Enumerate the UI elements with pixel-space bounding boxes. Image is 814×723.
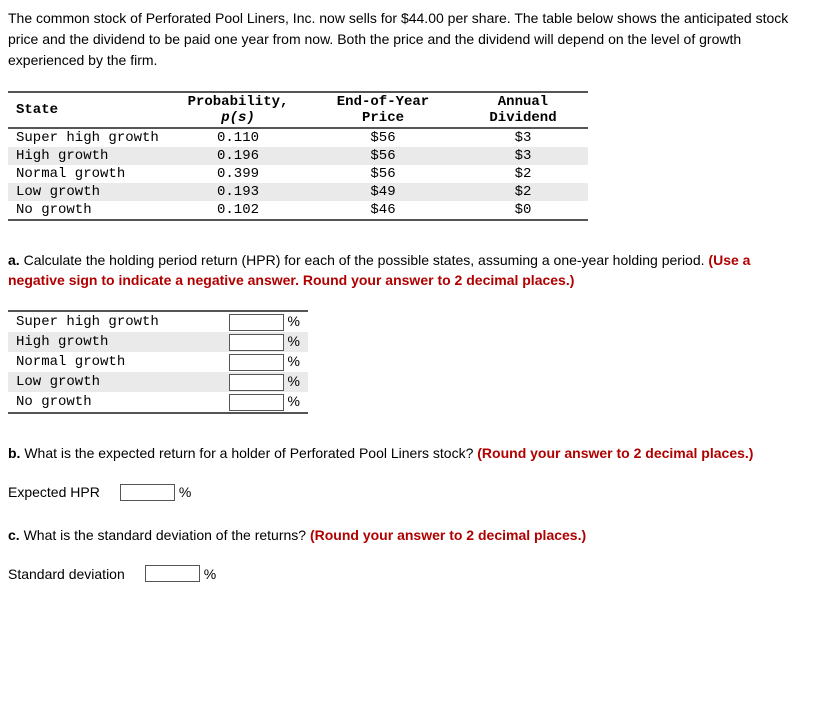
header-dividend: Annual Dividend	[458, 92, 588, 128]
table-row: Low growth 0.193 $49 $2	[8, 183, 588, 201]
percent-label: %	[288, 393, 300, 409]
table-row: No growth %	[8, 392, 308, 413]
cell-prob: 0.110	[168, 128, 308, 147]
stddev-row: Standard deviation %	[8, 565, 806, 582]
percent-label: %	[204, 566, 216, 582]
question-a-prefix: a.	[8, 252, 20, 268]
question-c-prefix: c.	[8, 527, 20, 543]
question-a-text: Calculate the holding period return (HPR…	[20, 252, 709, 268]
hpr-input-high[interactable]	[229, 334, 284, 351]
cell-state: Normal growth	[8, 165, 168, 183]
answer-label: No growth	[8, 392, 218, 413]
table-row: High growth 0.196 $56 $3	[8, 147, 588, 165]
stddev-label: Standard deviation	[8, 566, 125, 582]
question-c: c. What is the standard deviation of the…	[8, 526, 806, 546]
answer-label: Normal growth	[8, 352, 218, 372]
hpr-input-no[interactable]	[229, 394, 284, 411]
cell-prob: 0.193	[168, 183, 308, 201]
table-row: Normal growth %	[8, 352, 308, 372]
table-row: No growth 0.102 $46 $0	[8, 201, 588, 220]
question-a: a. Calculate the holding period return (…	[8, 251, 806, 290]
question-b-text: What is the expected return for a holder…	[20, 445, 477, 461]
cell-price: $56	[308, 128, 458, 147]
cell-price: $49	[308, 183, 458, 201]
table-row: Normal growth 0.399 $56 $2	[8, 165, 588, 183]
question-b-prefix: b.	[8, 445, 20, 461]
cell-div: $2	[458, 165, 588, 183]
question-b-instruction: (Round your answer to 2 decimal places.)	[477, 445, 753, 461]
percent-label: %	[288, 353, 300, 369]
question-b: b. What is the expected return for a hol…	[8, 444, 806, 464]
table-row: Super high growth 0.110 $56 $3	[8, 128, 588, 147]
hpr-input-super-high[interactable]	[229, 314, 284, 331]
answer-label: Super high growth	[8, 311, 218, 332]
question-c-instruction: (Round your answer to 2 decimal places.)	[310, 527, 586, 543]
hpr-input-normal[interactable]	[229, 354, 284, 371]
cell-prob: 0.196	[168, 147, 308, 165]
answer-table-a: Super high growth % High growth % Normal…	[8, 310, 308, 414]
cell-div: $2	[458, 183, 588, 201]
given-data-table: State Probability, p(s) End-of-Year Pric…	[8, 91, 588, 221]
cell-div: $3	[458, 128, 588, 147]
cell-price: $56	[308, 147, 458, 165]
expected-hpr-row: Expected HPR %	[8, 484, 806, 501]
header-state: State	[8, 92, 168, 128]
answer-label: Low growth	[8, 372, 218, 392]
problem-intro: The common stock of Perforated Pool Line…	[8, 8, 806, 71]
header-price: End-of-Year Price	[308, 92, 458, 128]
cell-state: Super high growth	[8, 128, 168, 147]
cell-prob: 0.102	[168, 201, 308, 220]
cell-price: $46	[308, 201, 458, 220]
stddev-input[interactable]	[145, 565, 200, 582]
cell-prob: 0.399	[168, 165, 308, 183]
table-row: Low growth %	[8, 372, 308, 392]
question-c-text: What is the standard deviation of the re…	[20, 527, 310, 543]
cell-state: High growth	[8, 147, 168, 165]
hpr-input-low[interactable]	[229, 374, 284, 391]
cell-div: $0	[458, 201, 588, 220]
percent-label: %	[179, 484, 191, 500]
table-row: Super high growth %	[8, 311, 308, 332]
percent-label: %	[288, 313, 300, 329]
cell-state: Low growth	[8, 183, 168, 201]
percent-label: %	[288, 373, 300, 389]
header-probability: Probability, p(s)	[168, 92, 308, 128]
percent-label: %	[288, 333, 300, 349]
expected-hpr-label: Expected HPR	[8, 484, 100, 500]
cell-state: No growth	[8, 201, 168, 220]
cell-div: $3	[458, 147, 588, 165]
answer-label: High growth	[8, 332, 218, 352]
table-row: High growth %	[8, 332, 308, 352]
expected-hpr-input[interactable]	[120, 484, 175, 501]
cell-price: $56	[308, 165, 458, 183]
